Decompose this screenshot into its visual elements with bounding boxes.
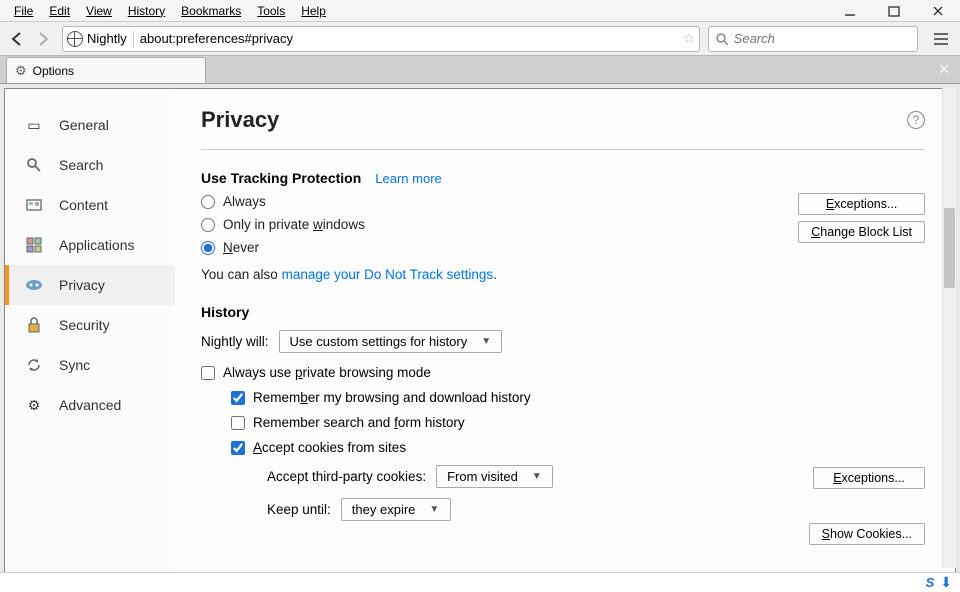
divider bbox=[201, 149, 925, 150]
page-title: Privacy bbox=[201, 107, 925, 133]
preferences-window: ▭General Search Content Applications Pri… bbox=[4, 88, 956, 576]
sidebar-item-sync[interactable]: Sync bbox=[5, 345, 175, 385]
menu-bookmarks[interactable]: Bookmarks bbox=[173, 2, 249, 20]
sidebar-item-privacy[interactable]: Privacy bbox=[5, 265, 175, 305]
third-party-cookies-label: Accept third-party cookies: bbox=[267, 469, 426, 484]
status-s-icon[interactable]: S bbox=[926, 575, 935, 590]
identity-label: Nightly bbox=[87, 31, 127, 46]
gear-icon: ⚙ bbox=[25, 396, 43, 414]
dnt-link[interactable]: manage your Do Not Track settings bbox=[282, 267, 494, 282]
sidebar-item-general[interactable]: ▭General bbox=[5, 105, 175, 145]
tab-label: Options bbox=[33, 64, 74, 78]
search-icon bbox=[715, 32, 728, 46]
globe-icon bbox=[67, 31, 83, 47]
chevron-down-icon: ▼ bbox=[532, 471, 542, 482]
device-icon: ▭ bbox=[25, 116, 43, 134]
close-button[interactable] bbox=[916, 0, 960, 22]
sync-icon bbox=[25, 356, 43, 374]
app-menu-button[interactable] bbox=[928, 26, 954, 52]
sidebar-item-content[interactable]: Content bbox=[5, 185, 175, 225]
menu-history[interactable]: History bbox=[120, 2, 173, 20]
url-bar[interactable]: Nightly about:preferences#privacy ☆ bbox=[62, 26, 700, 52]
back-button[interactable] bbox=[6, 28, 28, 50]
search-box[interactable] bbox=[708, 26, 918, 52]
keep-until-label: Keep until: bbox=[267, 502, 331, 517]
tracking-exceptions-button[interactable]: Exceptions... bbox=[798, 193, 925, 215]
chevron-down-icon: ▼ bbox=[429, 504, 439, 515]
maximize-button[interactable] bbox=[872, 0, 916, 22]
preferences-sidebar: ▭General Search Content Applications Pri… bbox=[5, 89, 175, 575]
identity-block[interactable]: Nightly bbox=[67, 31, 134, 47]
show-cookies-button[interactable]: Show Cookies... bbox=[809, 523, 925, 545]
learn-more-link[interactable]: Learn more bbox=[375, 171, 441, 186]
change-block-list-button[interactable]: Change Block List bbox=[798, 221, 925, 243]
apps-icon bbox=[25, 236, 43, 254]
tracking-heading: Use Tracking Protection bbox=[201, 170, 361, 186]
statusbar: S ⬇ bbox=[0, 572, 960, 592]
tab-options[interactable]: ⚙ Options bbox=[6, 57, 206, 83]
sidebar-item-security[interactable]: Security bbox=[5, 305, 175, 345]
menu-view[interactable]: View bbox=[78, 2, 120, 20]
search-input[interactable] bbox=[734, 31, 911, 46]
always-private-checkbox[interactable]: Always use private browsing mode bbox=[201, 365, 925, 380]
menu-edit[interactable]: Edit bbox=[41, 2, 78, 20]
search-icon bbox=[25, 156, 43, 174]
tab-strip: ⚙ Options ✕ bbox=[0, 56, 960, 84]
mask-icon bbox=[25, 276, 43, 294]
third-party-cookies-select[interactable]: From visited▼ bbox=[436, 465, 553, 488]
forward-button[interactable] bbox=[32, 28, 54, 50]
url-text: about:preferences#privacy bbox=[140, 31, 293, 46]
minimize-button[interactable] bbox=[828, 0, 872, 22]
lock-icon bbox=[25, 316, 43, 334]
bookmark-star-icon[interactable]: ☆ bbox=[682, 30, 695, 47]
menu-file[interactable]: File bbox=[6, 2, 41, 20]
sidebar-item-advanced[interactable]: ⚙Advanced bbox=[5, 385, 175, 425]
sidebar-item-search[interactable]: Search bbox=[5, 145, 175, 185]
history-mode-label: Nightly will: bbox=[201, 334, 269, 349]
history-mode-select[interactable]: Use custom settings for history▼ bbox=[279, 330, 503, 353]
remember-search-checkbox[interactable]: Remember search and form history bbox=[231, 415, 925, 430]
history-heading: History bbox=[201, 304, 925, 320]
menu-tools[interactable]: Tools bbox=[249, 2, 293, 20]
tabstrip-close-icon[interactable]: ✕ bbox=[938, 61, 950, 78]
scrollbar-thumb[interactable] bbox=[944, 208, 955, 288]
preferences-main: Privacy ? Use Tracking Protection Learn … bbox=[175, 89, 955, 575]
cookies-exceptions-button[interactable]: Exceptions... bbox=[813, 467, 925, 489]
gear-icon: ⚙ bbox=[15, 63, 27, 79]
remember-history-checkbox[interactable]: Remember my browsing and download histor… bbox=[231, 390, 925, 405]
dnt-sentence: You can also manage your Do Not Track se… bbox=[201, 267, 497, 282]
menu-help[interactable]: Help bbox=[293, 2, 334, 20]
keep-until-select[interactable]: they expire▼ bbox=[341, 498, 451, 521]
menubar: File Edit View History Bookmarks Tools H… bbox=[0, 0, 960, 22]
sidebar-item-applications[interactable]: Applications bbox=[5, 225, 175, 265]
content-icon bbox=[25, 196, 43, 214]
download-arrow-icon[interactable]: ⬇ bbox=[940, 574, 952, 591]
accept-cookies-checkbox[interactable]: Accept cookies from sites bbox=[231, 440, 925, 455]
vertical-scrollbar[interactable] bbox=[942, 88, 956, 568]
chevron-down-icon: ▼ bbox=[481, 336, 491, 347]
help-icon[interactable]: ? bbox=[907, 111, 925, 129]
navigation-toolbar: Nightly about:preferences#privacy ☆ bbox=[0, 22, 960, 56]
